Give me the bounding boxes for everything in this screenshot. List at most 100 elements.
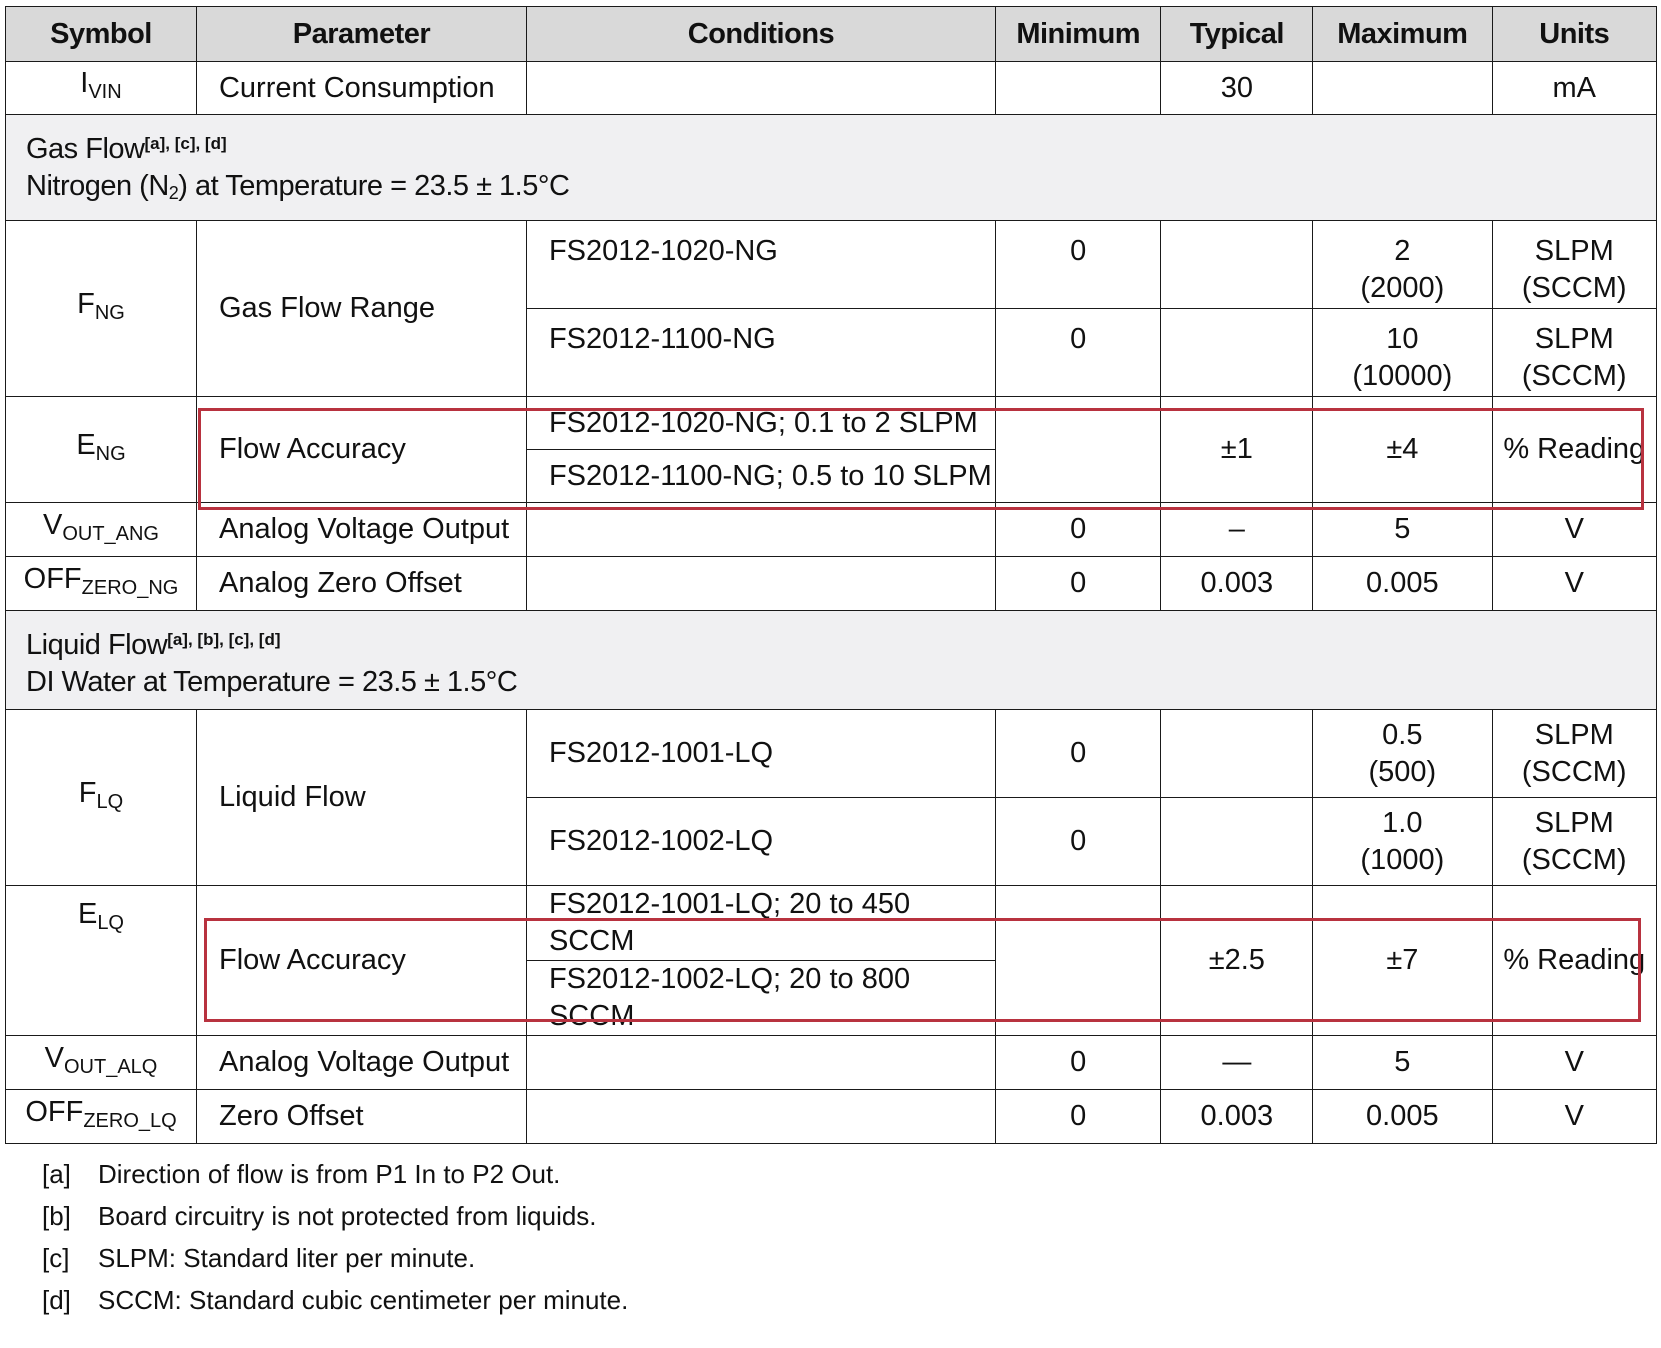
min-cell: 0: [994, 797, 1162, 886]
symbol-sub: OUT_ALQ: [63, 1055, 158, 1078]
table-row-eng: ENG Flow Accuracy FS2012-1020-NG; 0.1 to…: [5, 396, 1657, 503]
min-cell: [994, 885, 1162, 1036]
typ-cell: [1160, 797, 1314, 886]
table-row-vout-ang: VOUT_ANG Analog Voltage Output 0 – 5 V: [5, 502, 1657, 557]
header-symbol: Symbol: [5, 6, 197, 62]
units-value: SLPM: [1534, 718, 1614, 751]
section-heading-liquid-flow: Liquid Flow[a], [b], [c], [d] DI Water a…: [5, 610, 1657, 710]
max-value-alt: (10000): [1352, 360, 1453, 392]
typ-cell: –: [1160, 502, 1314, 557]
min-cell: 0: [994, 556, 1162, 611]
units-cell: % Reading: [1491, 396, 1657, 503]
units-cell: SLPM (SCCM): [1491, 797, 1657, 886]
symbol-main: V: [44, 1041, 64, 1074]
table-row-vout-alq: VOUT_ALQ Analog Voltage Output 0 — 5 V: [5, 1035, 1657, 1090]
conditions-cell: [525, 1035, 996, 1090]
max-value: 10: [1386, 323, 1419, 355]
max-value: 2: [1394, 235, 1411, 267]
conditions-cell: FS2012-1020-NG: [525, 220, 996, 309]
max-cell: 0.005: [1312, 1089, 1493, 1144]
symbol-main: OFF: [25, 1095, 84, 1128]
units-cell: V: [1491, 1089, 1657, 1144]
footnote-tag: [d]: [42, 1285, 71, 1315]
min-cell: 0: [994, 1035, 1162, 1090]
max-cell: 2 (2000): [1312, 220, 1493, 309]
spec-table: Symbol Parameter Conditions Minimum Typi…: [5, 6, 1657, 1144]
units-cell: mA: [1491, 61, 1657, 115]
footnote-refs: [a], [c], [d]: [144, 134, 227, 153]
units-cell: % Reading: [1491, 885, 1657, 1036]
table-row-offzero-lq: OFFZERO_LQ Zero Offset 0 0.003 0.005 V: [5, 1089, 1657, 1144]
parameter-cell: Analog Zero Offset: [195, 556, 527, 611]
symbol-sub: ZERO_LQ: [83, 1109, 177, 1132]
footnote-text: SCCM: Standard cubic centimeter per minu…: [98, 1285, 629, 1315]
typ-cell: 30: [1160, 61, 1314, 115]
symbol-cell: FLQ: [5, 709, 197, 886]
units-cell: V: [1491, 556, 1657, 611]
conditions-cell: [525, 1089, 996, 1144]
table-row-fng: FNG Gas Flow Range FS2012-1020-NG 0 2 (20…: [5, 220, 1657, 397]
parameter-cell: Flow Accuracy: [195, 885, 527, 1036]
conditions-cell: FS2012-1100-NG: [525, 308, 996, 397]
typ-cell: ±2.5: [1160, 885, 1314, 1036]
typ-cell: [1160, 308, 1314, 397]
symbol-main: E: [77, 898, 98, 930]
symbol-sub: LQ: [97, 912, 124, 934]
footnote-c: [c] SLPM: Standard liter per minute.: [42, 1237, 628, 1279]
footnote-a: [a] Direction of flow is from P1 In to P2…: [42, 1153, 628, 1195]
section-heading-gas-flow: Gas Flow[a], [c], [d] Nitrogen (N2) at T…: [5, 114, 1657, 221]
max-cell: 0.005: [1312, 556, 1493, 611]
units-value: SLPM: [1534, 323, 1614, 355]
max-cell: 0.5 (500): [1312, 709, 1493, 798]
max-cell: ±7: [1312, 885, 1493, 1036]
min-cell: 0: [994, 308, 1162, 397]
table-row-elq: ELQ Flow Accuracy FS2012-1001-LQ; 20 to …: [5, 885, 1657, 1036]
max-value: 1.0: [1382, 806, 1423, 839]
footnote-text: Board circuitry is not protected from li…: [98, 1201, 597, 1231]
min-cell: [994, 61, 1162, 115]
max-cell: ±4: [1312, 396, 1493, 503]
header-row: Symbol Parameter Conditions Minimum Typi…: [5, 6, 1657, 62]
conditions-cell: FS2012-1020-NG; 0.1 to 2 SLPM: [525, 396, 996, 450]
typ-cell: [1160, 220, 1314, 309]
symbol-cell: VOUT_ANG: [5, 502, 197, 557]
symbol-cell: VOUT_ALQ: [5, 1035, 197, 1090]
units-value: SLPM: [1534, 235, 1614, 267]
footnote-text: Direction of flow is from P1 In to P2 Ou…: [98, 1159, 561, 1189]
symbol-cell: ELQ: [5, 885, 197, 1036]
units-cell: SLPM (SCCM): [1491, 308, 1657, 397]
symbol-sub: NG: [94, 301, 125, 324]
footnote-d: [d] SCCM: Standard cubic centimeter per m…: [42, 1279, 628, 1321]
section-title: Liquid Flow: [26, 629, 168, 661]
typ-cell: 0.003: [1160, 1089, 1314, 1144]
footnote-tag: [c]: [42, 1243, 70, 1273]
header-minimum: Minimum: [994, 6, 1162, 62]
symbol-cell: FNG: [5, 220, 197, 397]
symbol-main: OFF: [23, 562, 82, 595]
typ-cell: ±1: [1160, 396, 1314, 503]
header-maximum: Maximum: [1312, 6, 1493, 62]
section-condition-prefix: Nitrogen (N: [26, 170, 169, 202]
symbol-cell: IVIN: [5, 61, 197, 115]
conditions-cell: FS2012-1002-LQ: [525, 797, 996, 886]
parameter-cell: Zero Offset: [195, 1089, 527, 1144]
header-typical: Typical: [1160, 6, 1314, 62]
max-value: 0.5: [1382, 718, 1423, 751]
max-cell: 5: [1312, 1035, 1493, 1090]
max-cell: [1312, 61, 1493, 115]
parameter-cell: Current Consumption: [195, 61, 527, 115]
table-row-flq: FLQ Liquid Flow FS2012-1001-LQ 0 0.5 (500…: [5, 709, 1657, 886]
units-value: SLPM: [1534, 806, 1614, 839]
footnote-b: [b] Board circuitry is not protected from…: [42, 1195, 628, 1237]
symbol-cell: OFFZERO_LQ: [5, 1089, 197, 1144]
footnote-text: SLPM: Standard liter per minute.: [98, 1243, 476, 1273]
section-row-gas-flow: Gas Flow[a], [c], [d] Nitrogen (N2) at T…: [5, 114, 1657, 221]
units-cell: V: [1491, 502, 1657, 557]
conditions-cell: FS2012-1001-LQ; 20 to 450 SCCM: [525, 885, 996, 961]
typ-cell: —: [1160, 1035, 1314, 1090]
parameter-cell: Flow Accuracy: [195, 396, 527, 503]
units-cell: SLPM (SCCM): [1491, 220, 1657, 309]
footnotes: [a] Direction of flow is from P1 In to P2…: [42, 1153, 628, 1321]
symbol-sub: NG: [95, 442, 126, 465]
symbol-sub: LQ: [96, 790, 124, 813]
